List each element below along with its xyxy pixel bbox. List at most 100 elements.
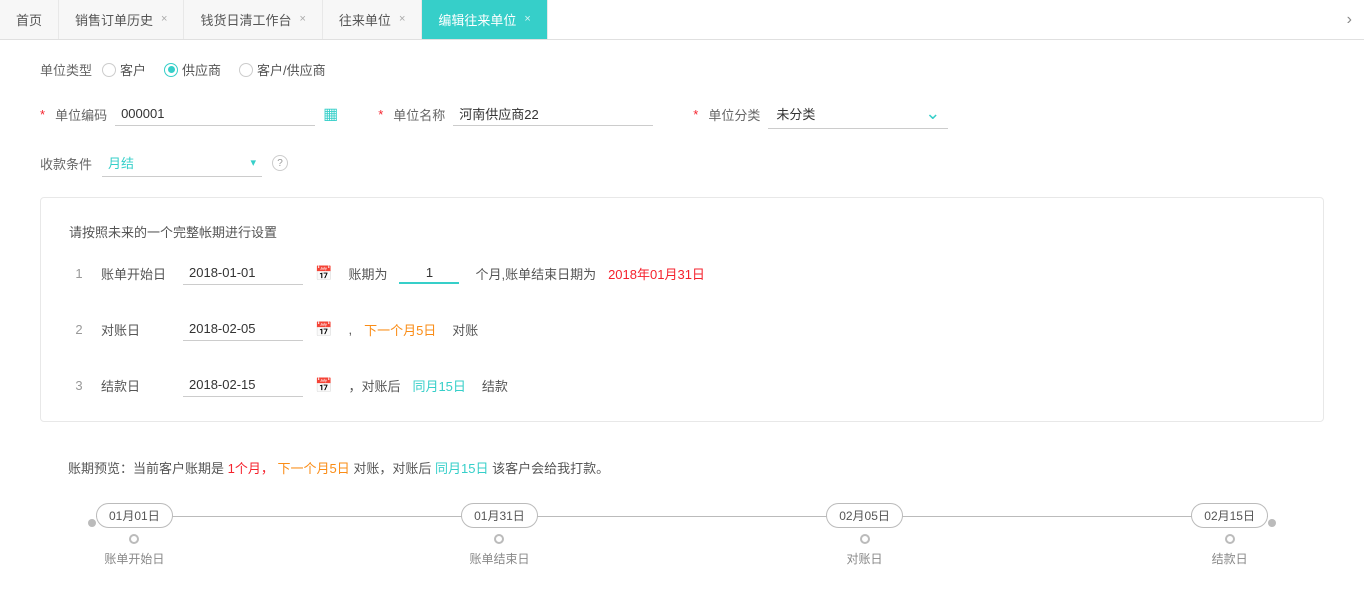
step-3-cal-icon[interactable]: 📅 — [315, 377, 332, 394]
tab-partners-label: 往来单位 — [339, 10, 391, 29]
step-3-date-input[interactable] — [183, 373, 303, 397]
timeline-dot-4 — [1225, 534, 1235, 544]
unit-type-row: 单位类型 客户 供应商 客户/供应商 — [40, 60, 1324, 79]
radio-customer[interactable]: 客户 — [102, 60, 146, 79]
step-3-highlight: 同月15日 — [412, 376, 465, 395]
unit-category-dropdown[interactable]: 未分类 ⌄ — [768, 99, 948, 129]
help-icon[interactable]: ? — [272, 155, 288, 171]
unit-code-group: * 单位编码 ▦ — [40, 102, 338, 126]
timeline-dot-2 — [494, 534, 504, 544]
payment-terms-dropdown[interactable]: 月结 ▾ — [102, 149, 262, 177]
payment-terms-arrow-icon: ▾ — [250, 156, 256, 169]
preview-mid: 对账，对账后 — [353, 461, 431, 476]
tab-partners-close[interactable]: × — [399, 14, 405, 25]
unit-code-label: 单位编码 — [55, 105, 107, 124]
step-1-end-date: 2018年01月31日 — [608, 264, 705, 283]
preview-span2: 下一个月5日 — [278, 461, 350, 476]
preview-span1: 1个月， — [228, 461, 274, 476]
radio-customer-supplier-label: 客户/供应商 — [257, 60, 326, 79]
tab-partners[interactable]: 往来单位 × — [323, 0, 422, 39]
timeline-node-3: 02月05日 对账日 — [826, 503, 903, 567]
step-2-suffix-pre: , — [348, 322, 352, 337]
tab-home-label: 首页 — [16, 10, 42, 29]
preview-span3: 同月15日 — [435, 461, 488, 476]
timeline-label-2: 账单结束日 — [469, 550, 529, 567]
unit-type-label: 单位类型 — [40, 60, 92, 79]
required-star-name: * — [378, 107, 383, 122]
required-star-category: * — [693, 107, 698, 122]
step-1-row: 1 账单开始日 📅 账期为 个月,账单结束日期为 2018年01月31日 — [69, 261, 1295, 285]
radio-supplier[interactable]: 供应商 — [164, 60, 221, 79]
timeline-dot-3 — [860, 534, 870, 544]
preview-prefix: 账期预览：当前客户账期是 — [68, 461, 224, 476]
required-star-code: * — [40, 107, 45, 122]
unit-category-label: 单位分类 — [708, 105, 760, 124]
tab-home[interactable]: 首页 — [0, 0, 59, 39]
step-2-suffix-post: 对账 — [452, 320, 478, 339]
section-title: 请按照未来的一个完整帐期进行设置 — [69, 222, 1295, 241]
preview-section: 账期预览：当前客户账期是 1个月， 下一个月5日 对账，对账后 同月15日 该客… — [40, 442, 1324, 527]
tab-sales-history-label: 销售订单历史 — [75, 10, 153, 29]
timeline-line: 01月01日 账单开始日 01月31日 账单结束日 02月05日 对账日 — [96, 516, 1268, 517]
unit-name-label: 单位名称 — [393, 105, 445, 124]
step-2-highlight: 下一个月5日 — [364, 320, 436, 339]
tab-sales-history[interactable]: 销售订单历史 × — [59, 0, 184, 39]
tab-sales-history-close[interactable]: × — [161, 14, 167, 25]
unit-category-arrow-icon: ⌄ — [925, 103, 940, 124]
unit-code-input[interactable] — [115, 102, 315, 126]
timeline-end-cap — [1268, 519, 1276, 527]
step-3-row: 3 结款日 📅 ，对账后 同月15日 结款 — [69, 373, 1295, 397]
timeline-nodes: 01月01日 账单开始日 01月31日 账单结束日 02月05日 对账日 — [96, 503, 1268, 567]
timeline-label-1: 账单开始日 — [104, 550, 164, 567]
step-2-date-input[interactable] — [183, 317, 303, 341]
timeline-label-3: 对账日 — [847, 550, 883, 567]
tab-more-button[interactable]: › — [1335, 0, 1364, 39]
tab-bar: 首页 销售订单历史 × 钱货日清工作台 × 往来单位 × 编辑往来单位 × › — [0, 0, 1364, 40]
settings-section: 请按照未来的一个完整帐期进行设置 1 账单开始日 📅 账期为 个月,账单结束日期… — [40, 197, 1324, 422]
step-1-cal-icon[interactable]: 📅 — [315, 265, 332, 282]
step-1-number: 1 — [69, 266, 89, 281]
step-2-cal-icon[interactable]: 📅 — [315, 321, 332, 338]
tab-edit-partner-label: 编辑往来单位 — [438, 10, 516, 29]
tab-cash-daily-close[interactable]: × — [299, 14, 305, 25]
step-2-number: 2 — [69, 322, 89, 337]
payment-terms-label: 收款条件 — [40, 154, 92, 173]
unit-name-input[interactable] — [453, 102, 653, 126]
radio-customer-supplier-circle — [239, 63, 253, 77]
timeline-badge-3: 02月05日 — [826, 503, 903, 528]
unit-code-copy-icon[interactable]: ▦ — [323, 104, 338, 124]
unit-category-group: * 单位分类 未分类 ⌄ — [693, 99, 948, 129]
step-2-label: 对账日 — [101, 320, 171, 339]
timeline-node-4: 02月15日 结款日 — [1191, 503, 1268, 567]
payment-terms-value: 月结 — [108, 153, 244, 172]
radio-customer-label: 客户 — [120, 60, 146, 79]
timeline-badge-1: 01月01日 — [96, 503, 173, 528]
timeline: 01月01日 账单开始日 01月31日 账单结束日 02月05日 对账日 — [68, 505, 1296, 527]
timeline-node-1: 01月01日 账单开始日 — [96, 503, 173, 567]
unit-fields-row: * 单位编码 ▦ * 单位名称 * 单位分类 未分类 ⌄ — [40, 99, 1324, 129]
tab-cash-daily[interactable]: 钱货日清工作台 × — [184, 0, 322, 39]
radio-group: 客户 供应商 客户/供应商 — [102, 60, 326, 79]
payment-terms-row: 收款条件 月结 ▾ ? — [40, 149, 1324, 177]
timeline-start-cap — [88, 519, 96, 527]
timeline-badge-4: 02月15日 — [1191, 503, 1268, 528]
tab-cash-daily-label: 钱货日清工作台 — [200, 10, 291, 29]
radio-supplier-label: 供应商 — [182, 60, 221, 79]
step-1-months-unit: 个月,账单结束日期为 — [475, 264, 596, 283]
step-3-label: 结款日 — [101, 376, 171, 395]
tab-edit-partner[interactable]: 编辑往来单位 × — [422, 0, 547, 39]
radio-customer-circle — [102, 63, 116, 77]
timeline-dot-1 — [129, 534, 139, 544]
preview-text: 账期预览：当前客户账期是 1个月， 下一个月5日 对账，对账后 同月15日 该客… — [68, 458, 1296, 477]
unit-category-value: 未分类 — [776, 104, 917, 123]
preview-suffix: 该客户会给我打款。 — [492, 461, 609, 476]
step-1-months-input[interactable] — [399, 263, 459, 284]
timeline-badge-2: 01月31日 — [461, 503, 538, 528]
tab-edit-partner-close[interactable]: × — [524, 14, 530, 25]
timeline-label-4: 结款日 — [1212, 550, 1248, 567]
radio-customer-supplier[interactable]: 客户/供应商 — [239, 60, 326, 79]
step-1-date-input[interactable] — [183, 261, 303, 285]
main-content: 单位类型 客户 供应商 客户/供应商 * 单位编码 ▦ * 单位名称 — [0, 40, 1364, 608]
step-1-label: 账单开始日 — [101, 264, 171, 283]
step-3-suffix-post: 结款 — [482, 376, 508, 395]
